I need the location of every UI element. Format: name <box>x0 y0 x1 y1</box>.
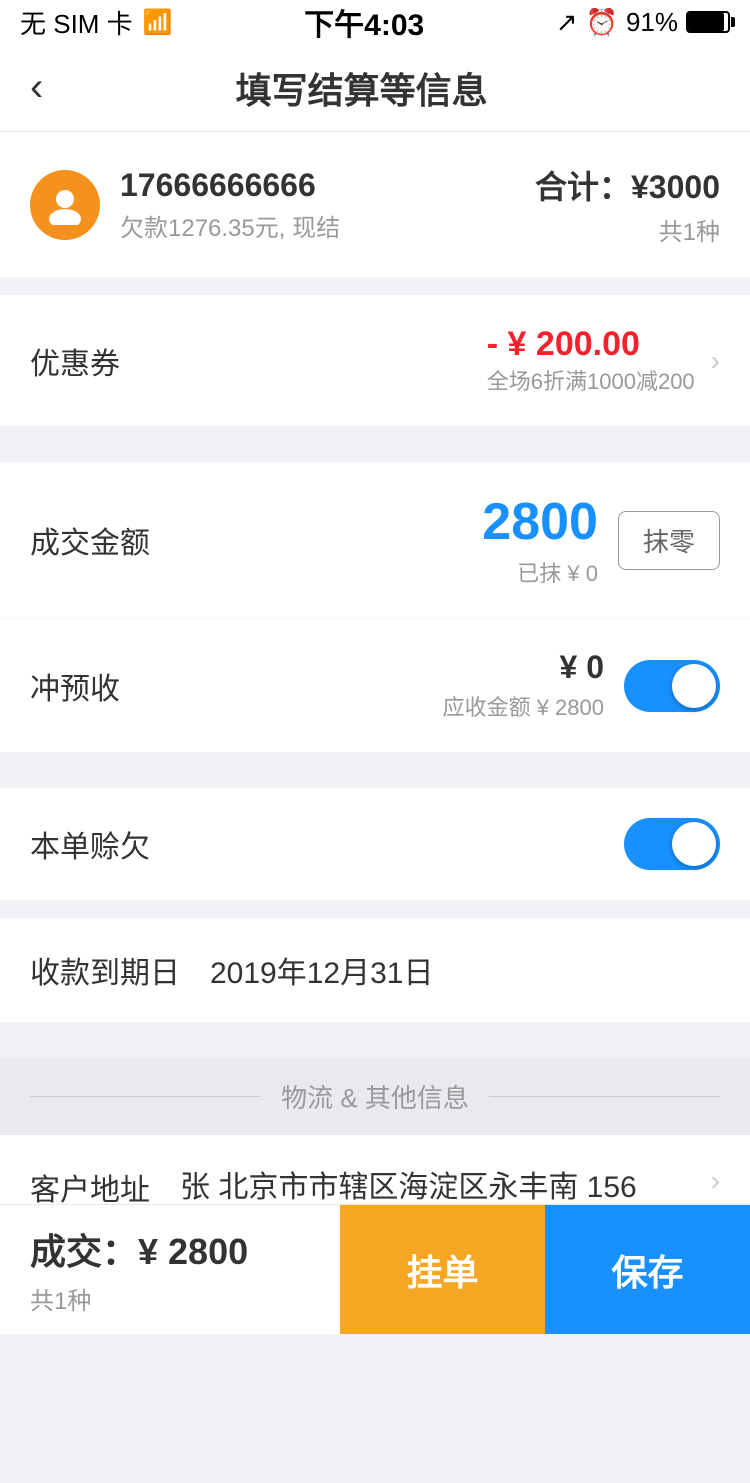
address-chevron-icon: › <box>711 1165 720 1197</box>
coupon-chevron-icon: › <box>711 345 720 377</box>
back-button[interactable]: ‹ <box>30 65 43 110</box>
customer-info-card: 17666666666 欠款1276.35元, 现结 合计：¥3000 共1种 <box>0 132 750 277</box>
section-divider-2 <box>0 770 750 788</box>
customer-details: 17666666666 欠款1276.35元, 现结 <box>120 167 340 243</box>
bottom-transaction-label: 成交： <box>30 1231 138 1272</box>
logistics-header: 物流 & 其他信息 <box>0 1058 750 1135</box>
status-right: ↗ ⏰ 91% <box>556 7 730 38</box>
carrier-text: 无 SIM 卡 <box>20 4 133 41</box>
wifi-icon: 📶 <box>143 8 173 37</box>
customer-phone: 17666666666 <box>120 167 340 204</box>
location-icon: ↗ <box>556 7 578 38</box>
coupon-desc: 全场6折满1000减200 <box>487 364 695 396</box>
logistics-title: 物流 & 其他信息 <box>281 1078 469 1115</box>
prepay-value: ¥ 0 应收金额 ¥ 2800 <box>443 649 604 722</box>
transaction-value-right: 2800 已抹 ¥ 0 抹零 <box>482 492 720 588</box>
bottom-bar: 成交：¥ 2800 共1种 挂单 保存 <box>0 1204 750 1334</box>
transaction-amount: 2800 <box>482 492 598 552</box>
bottom-count: 共1种 <box>30 1281 310 1316</box>
debt-section: 本单赊欠 <box>0 788 750 900</box>
logistics-line-right <box>489 1096 720 1097</box>
address-label: 客户地址 <box>30 1165 150 1209</box>
save-button[interactable]: 保存 <box>545 1205 750 1334</box>
customer-total: 合计：¥3000 共1种 <box>535 162 720 247</box>
status-time: 下午4:03 <box>304 0 424 44</box>
hang-button[interactable]: 挂单 <box>340 1205 545 1334</box>
alarm-icon: ⏰ <box>586 7 618 38</box>
nav-bar: ‹ 填写结算等信息 <box>0 44 750 132</box>
transaction-amount-sub: 已抹 ¥ 0 <box>482 556 598 588</box>
customer-left: 17666666666 欠款1276.35元, 现结 <box>30 167 340 243</box>
prepay-value-right: ¥ 0 应收金额 ¥ 2800 <box>443 649 720 722</box>
prepay-label: 冲预收 <box>30 664 120 708</box>
coupon-discount: - ¥ 200.00 <box>487 325 695 364</box>
due-date-value: 2019年12月31日 <box>210 948 433 992</box>
round-up-button[interactable]: 抹零 <box>618 511 720 570</box>
coupon-label: 优惠券 <box>30 339 120 383</box>
battery-percent: 91% <box>626 7 678 38</box>
logistics-line-left <box>30 1096 261 1097</box>
coupon-right: - ¥ 200.00 全场6折满1000减200 › <box>487 325 720 396</box>
section-divider-3 <box>0 1040 750 1058</box>
debt-value-right <box>624 818 720 870</box>
nav-title: 填写结算等信息 <box>63 62 660 114</box>
transaction-section: 成交金额 2800 已抹 ¥ 0 抹零 冲预收 ¥ 0 应收金额 ¥ 2800 <box>0 462 750 752</box>
bottom-actions: 挂单 保存 <box>340 1205 750 1334</box>
battery-icon <box>686 11 730 33</box>
debt-row: 本单赊欠 <box>0 788 750 900</box>
prepay-amount: ¥ 0 <box>443 649 604 686</box>
transaction-row: 成交金额 2800 已抹 ¥ 0 抹零 <box>0 462 750 619</box>
avatar <box>30 170 100 240</box>
due-date-label: 收款到期日 <box>30 948 180 992</box>
bottom-summary: 成交：¥ 2800 共1种 <box>0 1223 340 1316</box>
debt-toggle[interactable] <box>624 818 720 870</box>
prepay-row: 冲预收 ¥ 0 应收金额 ¥ 2800 <box>0 619 750 752</box>
section-divider-1 <box>0 444 750 462</box>
prepay-toggle[interactable] <box>624 660 720 712</box>
transaction-label: 成交金额 <box>30 518 150 562</box>
status-left: 无 SIM 卡 📶 <box>20 4 173 41</box>
customer-sub: 欠款1276.35元, 现结 <box>120 208 340 243</box>
status-bar: 无 SIM 卡 📶 下午4:03 ↗ ⏰ 91% <box>0 0 750 44</box>
total-amount: 合计：¥3000 <box>535 162 720 208</box>
prepay-receivable: 应收金额 ¥ 2800 <box>443 690 604 722</box>
total-sub: 共1种 <box>535 212 720 247</box>
debt-label: 本单赊欠 <box>30 822 150 866</box>
due-date-row: 收款到期日 2019年12月31日 <box>0 918 750 1022</box>
bottom-transaction-text: 成交：¥ 2800 <box>30 1223 310 1275</box>
coupon-row[interactable]: 优惠券 - ¥ 200.00 全场6折满1000减200 › <box>0 295 750 426</box>
bottom-transaction-amount: ¥ 2800 <box>138 1231 248 1272</box>
